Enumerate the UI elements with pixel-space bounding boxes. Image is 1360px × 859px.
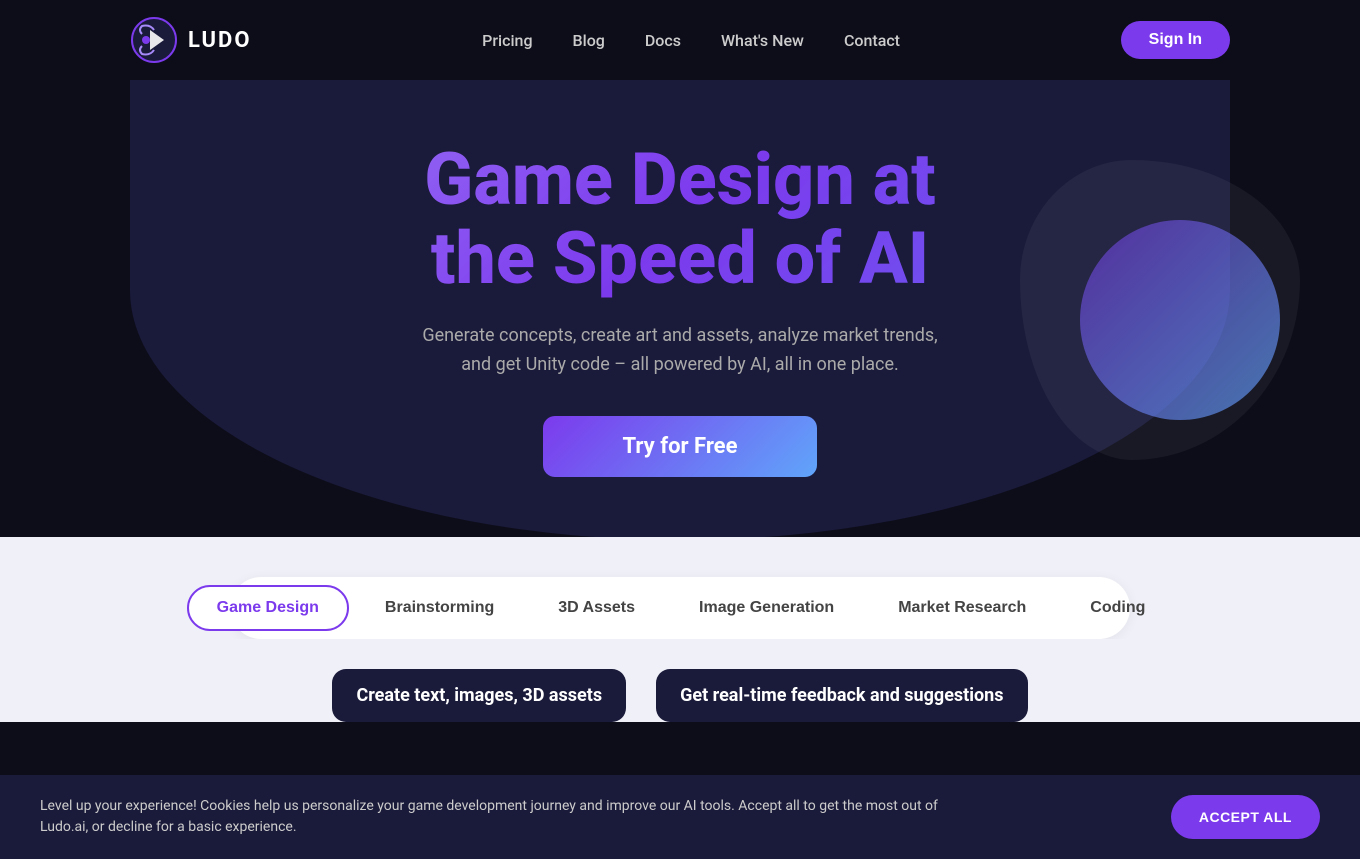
nav-link-whats-new[interactable]: What's New (721, 31, 804, 50)
tab-brainstorming[interactable]: Brainstorming (357, 587, 522, 629)
cookie-text: Level up your experience! Cookies help u… (40, 796, 940, 838)
nav-links: Pricing Blog Docs What's New Contact (282, 31, 1101, 50)
card-create-assets: Create text, images, 3D assets (332, 669, 626, 722)
hero-title-line1: Game Design at (424, 137, 935, 222)
logo-wordmark: LUDO (188, 28, 252, 53)
cookie-banner: Level up your experience! Cookies help u… (0, 775, 1360, 859)
logo[interactable]: LUDO (130, 16, 252, 64)
logo-icon (130, 16, 178, 64)
hero-cta-button[interactable]: Try for Free (543, 416, 818, 477)
hero-section: Game Design at the Speed of AI Generate … (0, 80, 1360, 537)
nav-link-contact[interactable]: Contact (844, 31, 900, 50)
nav-link-blog[interactable]: Blog (573, 31, 605, 50)
tab-coding[interactable]: Coding (1062, 587, 1173, 629)
cards-row: Create text, images, 3D assets Get real-… (0, 639, 1360, 722)
hero-subtitle: Generate concepts, create art and assets… (420, 322, 940, 380)
hero-content: Game Design at the Speed of AI Generate … (0, 80, 1360, 537)
nav-link-docs[interactable]: Docs (645, 31, 681, 50)
tab-image-generation[interactable]: Image Generation (671, 587, 862, 629)
tabs-bar: Game Design Brainstorming 3D Assets Imag… (230, 577, 1130, 639)
hero-title-line2: the Speed of AI (431, 216, 929, 301)
signin-button[interactable]: Sign In (1121, 21, 1230, 59)
navbar: LUDO Pricing Blog Docs What's New Contac… (0, 0, 1360, 80)
cookie-accept-button[interactable]: ACCEPT ALL (1171, 795, 1320, 839)
nav-link-pricing[interactable]: Pricing (482, 31, 532, 50)
card-feedback: Get real-time feedback and suggestions (656, 669, 1027, 722)
hero-title: Game Design at the Speed of AI (20, 140, 1340, 298)
tab-game-design[interactable]: Game Design (187, 585, 349, 631)
tabs-section: Game Design Brainstorming 3D Assets Imag… (0, 537, 1360, 639)
tab-market-research[interactable]: Market Research (870, 587, 1054, 629)
tab-3d-assets[interactable]: 3D Assets (530, 587, 663, 629)
